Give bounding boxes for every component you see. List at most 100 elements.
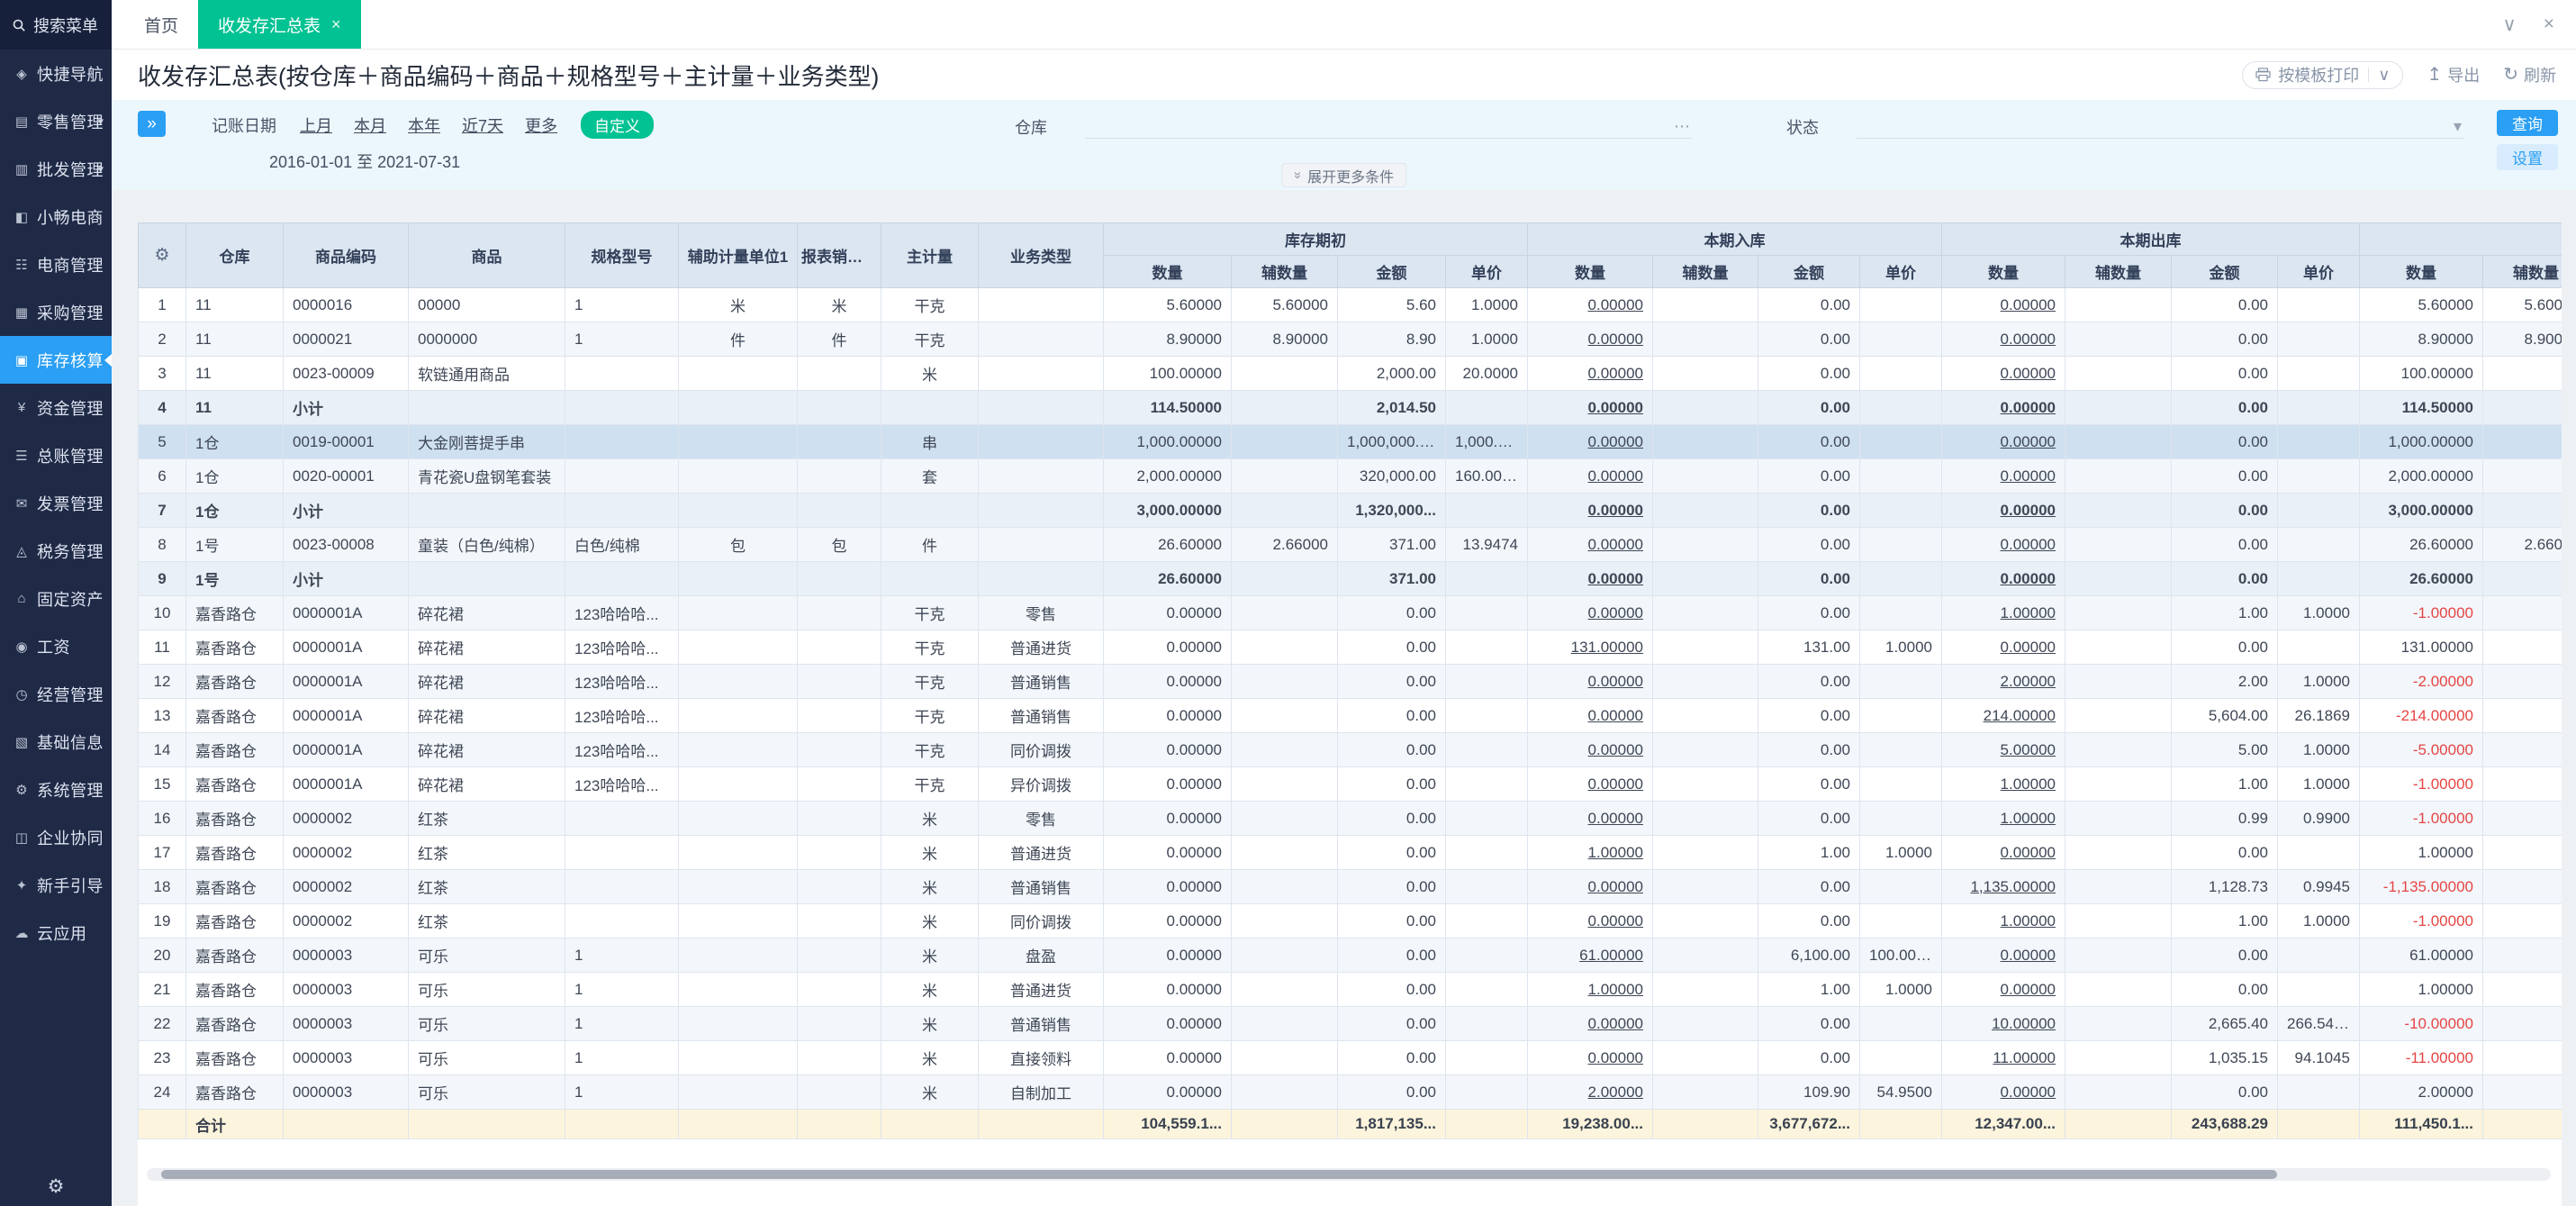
column-subheader[interactable]: 数量 bbox=[1941, 255, 2065, 288]
column-subheader[interactable]: 金额 bbox=[1337, 255, 1446, 288]
sidebar-item-system[interactable]: ⚙ 系统管理 bbox=[0, 766, 112, 813]
column-subheader[interactable]: 数量 bbox=[2359, 255, 2483, 288]
drilldown-link[interactable]: 0.00000 bbox=[1941, 630, 2065, 665]
drilldown-link[interactable]: 214.00000 bbox=[1941, 698, 2065, 733]
drilldown-link[interactable]: 1.00000 bbox=[1941, 766, 2065, 802]
drilldown-link[interactable]: 0.00000 bbox=[1527, 356, 1653, 391]
column-subheader[interactable]: 数量 bbox=[1527, 255, 1653, 288]
tab-home[interactable]: 首页 bbox=[124, 0, 198, 49]
subtotal-row[interactable]: 4 11 小计 114.50000 2,014.50 0.00000 0.00 0.00000… bbox=[138, 390, 2562, 425]
drilldown-link[interactable]: 0.00000 bbox=[1527, 527, 1653, 562]
settings-button[interactable]: 设置 bbox=[2497, 144, 2558, 170]
quick-date-link-2[interactable]: 本年 bbox=[408, 117, 440, 135]
drilldown-link[interactable]: 61.00000 bbox=[1527, 938, 1653, 973]
drilldown-link[interactable]: 1.00000 bbox=[1941, 595, 2065, 630]
drilldown-link[interactable]: 0.00000 bbox=[1527, 732, 1653, 767]
column-subheader[interactable]: 金额 bbox=[2171, 255, 2278, 288]
column-header[interactable]: 主计量 bbox=[881, 222, 979, 288]
drilldown-link[interactable]: 0.00000 bbox=[1527, 424, 1653, 459]
sidebar-item-invoice[interactable]: ✉ 发票管理 bbox=[0, 479, 112, 527]
drilldown-link[interactable]: 10.00000 bbox=[1941, 1006, 2065, 1041]
drilldown-link[interactable]: 0.00000 bbox=[1527, 1040, 1653, 1075]
custom-date-pill[interactable]: 自定义 bbox=[581, 111, 655, 139]
drilldown-link[interactable]: 0.00000 bbox=[1941, 493, 2065, 528]
horizontal-scrollbar[interactable] bbox=[147, 1168, 2551, 1181]
sidebar-item-quick-nav[interactable]: ◈ 快捷导航 bbox=[0, 50, 112, 97]
drilldown-link[interactable]: 1.00000 bbox=[1527, 835, 1653, 870]
sidebar-item-tax[interactable]: ◬ 税务管理 bbox=[0, 527, 112, 575]
drilldown-link[interactable]: 11.00000 bbox=[1941, 1040, 2065, 1075]
drilldown-link[interactable]: 2.00000 bbox=[1527, 1075, 1653, 1110]
table-row[interactable]: 22 嘉香路仓 0000003 可乐 1 米普通销售 0.00000 0.00 0.00000 0… bbox=[138, 1006, 2562, 1041]
tabs-dropdown-icon[interactable]: ∨ bbox=[2502, 14, 2516, 36]
drilldown-link[interactable]: 0.00000 bbox=[1941, 527, 2065, 562]
table-row[interactable]: 3 11 0023-00009 软链通用商品 米 100.00000 2,000.00 20.… bbox=[138, 356, 2562, 391]
drilldown-link[interactable]: 0.00000 bbox=[1527, 561, 1653, 596]
table-row[interactable]: 18 嘉香路仓 0000002 红茶米普通销售 0.00000 0.00 0.00000 0.… bbox=[138, 869, 2562, 904]
expand-more-conditions-button[interactable]: » 展开更多条件 bbox=[1280, 163, 1407, 187]
sidebar-item-cloud-apps[interactable]: ☁ 云应用 bbox=[0, 909, 112, 957]
drilldown-link[interactable]: 1.00000 bbox=[1941, 903, 2065, 939]
drilldown-link[interactable]: 0.00000 bbox=[1527, 493, 1653, 528]
sidebar-item-purchase[interactable]: ▦ 采购管理 bbox=[0, 288, 112, 336]
sidebar-item-operations[interactable]: ◷ 经营管理 bbox=[0, 670, 112, 718]
column-header[interactable]: 规格型号 bbox=[565, 222, 679, 288]
sidebar-item-retail[interactable]: ▤ 零售管理 ▾ bbox=[0, 97, 112, 145]
tabs-close-all-icon[interactable]: × bbox=[2544, 14, 2554, 35]
quick-date-link-4[interactable]: 更多 bbox=[525, 117, 557, 135]
table-row[interactable]: 6 1仓 0020-00001 青花瓷U盘钢笔套装 套 2,000.00000 320,00… bbox=[138, 458, 2562, 494]
print-dropdown-icon[interactable]: ∨ bbox=[2378, 66, 2390, 85]
column-header[interactable]: 商品 bbox=[408, 222, 565, 288]
column-subheader[interactable]: 辅数量 bbox=[1231, 255, 1338, 288]
drilldown-link[interactable]: 5.00000 bbox=[1941, 732, 2065, 767]
drilldown-link[interactable]: 2.00000 bbox=[1941, 664, 2065, 699]
table-row[interactable]: 19 嘉香路仓 0000002 红茶米同价调拨 0.00000 0.00 0.00000 0.… bbox=[138, 903, 2562, 939]
drilldown-link[interactable]: 0.00000 bbox=[1941, 356, 2065, 391]
drilldown-link[interactable]: 0.00000 bbox=[1941, 972, 2065, 1007]
table-row[interactable]: 23 嘉香路仓 0000003 可乐 1 米直接领料 0.00000 0.00 0.00000 0… bbox=[138, 1040, 2562, 1075]
export-button[interactable]: ↥ 导出 bbox=[2427, 63, 2480, 86]
drilldown-link[interactable]: 0.00000 bbox=[1941, 322, 2065, 357]
drilldown-link[interactable]: 1,135.00000 bbox=[1941, 869, 2065, 904]
warehouse-input[interactable]: ⋯ bbox=[1085, 114, 1692, 139]
column-subheader[interactable]: 数量 bbox=[1103, 255, 1232, 288]
drilldown-link[interactable]: 0.00000 bbox=[1527, 664, 1653, 699]
collapse-filter-icon[interactable]: » bbox=[138, 111, 166, 137]
drilldown-link[interactable]: 131.00000 bbox=[1527, 630, 1653, 665]
table-row[interactable]: 21 嘉香路仓 0000003 可乐 1 米普通进货 0.00000 0.00 1.00000 1… bbox=[138, 972, 2562, 1007]
column-header[interactable]: 商品编码 bbox=[283, 222, 409, 288]
drilldown-link[interactable]: 0.00000 bbox=[1941, 458, 2065, 494]
drilldown-link[interactable]: 0.00000 bbox=[1941, 424, 2065, 459]
drilldown-link[interactable]: 0.00000 bbox=[1527, 458, 1653, 494]
sidebar-item-xiaochang-ecommerce[interactable]: ◧ 小畅电商 bbox=[0, 193, 112, 240]
sidebar-item-funds[interactable]: ¥ 资金管理 bbox=[0, 384, 112, 431]
subtotal-row[interactable]: 7 1仓 小计 3,000.00000 1,320,000... 0.00000 0.00 0… bbox=[138, 493, 2562, 528]
sidebar-item-base-info[interactable]: ▧ 基础信息 bbox=[0, 718, 112, 766]
quick-date-link-0[interactable]: 上月 bbox=[300, 117, 332, 135]
status-select[interactable]: ▾ bbox=[1857, 114, 2463, 139]
drilldown-link[interactable]: 1.00000 bbox=[1527, 972, 1653, 1007]
drilldown-link[interactable]: 0.00000 bbox=[1941, 938, 2065, 973]
quick-date-link-3[interactable]: 近7天 bbox=[462, 117, 503, 135]
table-row[interactable]: 24 嘉香路仓 0000003 可乐 1 米自制加工 0.00000 0.00 2.00000 1… bbox=[138, 1075, 2562, 1110]
tab-report-active[interactable]: 收发存汇总表 × bbox=[198, 0, 361, 49]
quick-date-link-1[interactable]: 本月 bbox=[354, 117, 386, 135]
table-row[interactable]: 14 嘉香路仓 0000001A 碎花裙 123哈哈哈... 干克 同价调拨 0.00000 0… bbox=[138, 732, 2562, 767]
drilldown-link[interactable]: 0.00000 bbox=[1527, 869, 1653, 904]
column-header[interactable]: 仓库 bbox=[185, 222, 284, 288]
column-subheader[interactable]: 单价 bbox=[2277, 255, 2360, 288]
column-header[interactable]: 辅助计量单位1 bbox=[678, 222, 798, 288]
drilldown-link[interactable]: 0.00000 bbox=[1941, 1075, 2065, 1110]
drilldown-link[interactable]: 0.00000 bbox=[1941, 561, 2065, 596]
column-subheader[interactable]: 单价 bbox=[1859, 255, 1942, 288]
sidebar-item-payroll[interactable]: ◉ 工资 bbox=[0, 622, 112, 670]
subtotal-row[interactable]: 9 1号 小计 26.60000 371.00 0.00000 0.00 0.00000 0.0… bbox=[138, 561, 2562, 596]
table-row[interactable]: 8 1号 0023-00008 童装（白色/纯棉） 白色/纯棉包包件 26.60000 2.… bbox=[138, 527, 2562, 562]
column-subheader[interactable]: 单价 bbox=[1445, 255, 1528, 288]
columns-settings-icon[interactable]: ⚙ bbox=[138, 222, 186, 288]
sidebar-item-collaboration[interactable]: ◫ 企业协同 bbox=[0, 813, 112, 861]
refresh-button[interactable]: ↻ 刷新 bbox=[2503, 63, 2556, 86]
table-row[interactable]: 17 嘉香路仓 0000002 红茶米普通进货 0.00000 0.00 1.00000 1.… bbox=[138, 835, 2562, 870]
column-header[interactable]: 业务类型 bbox=[978, 222, 1104, 288]
sidebar-item-beginner-guide[interactable]: ✦ 新手引导 bbox=[0, 861, 112, 909]
